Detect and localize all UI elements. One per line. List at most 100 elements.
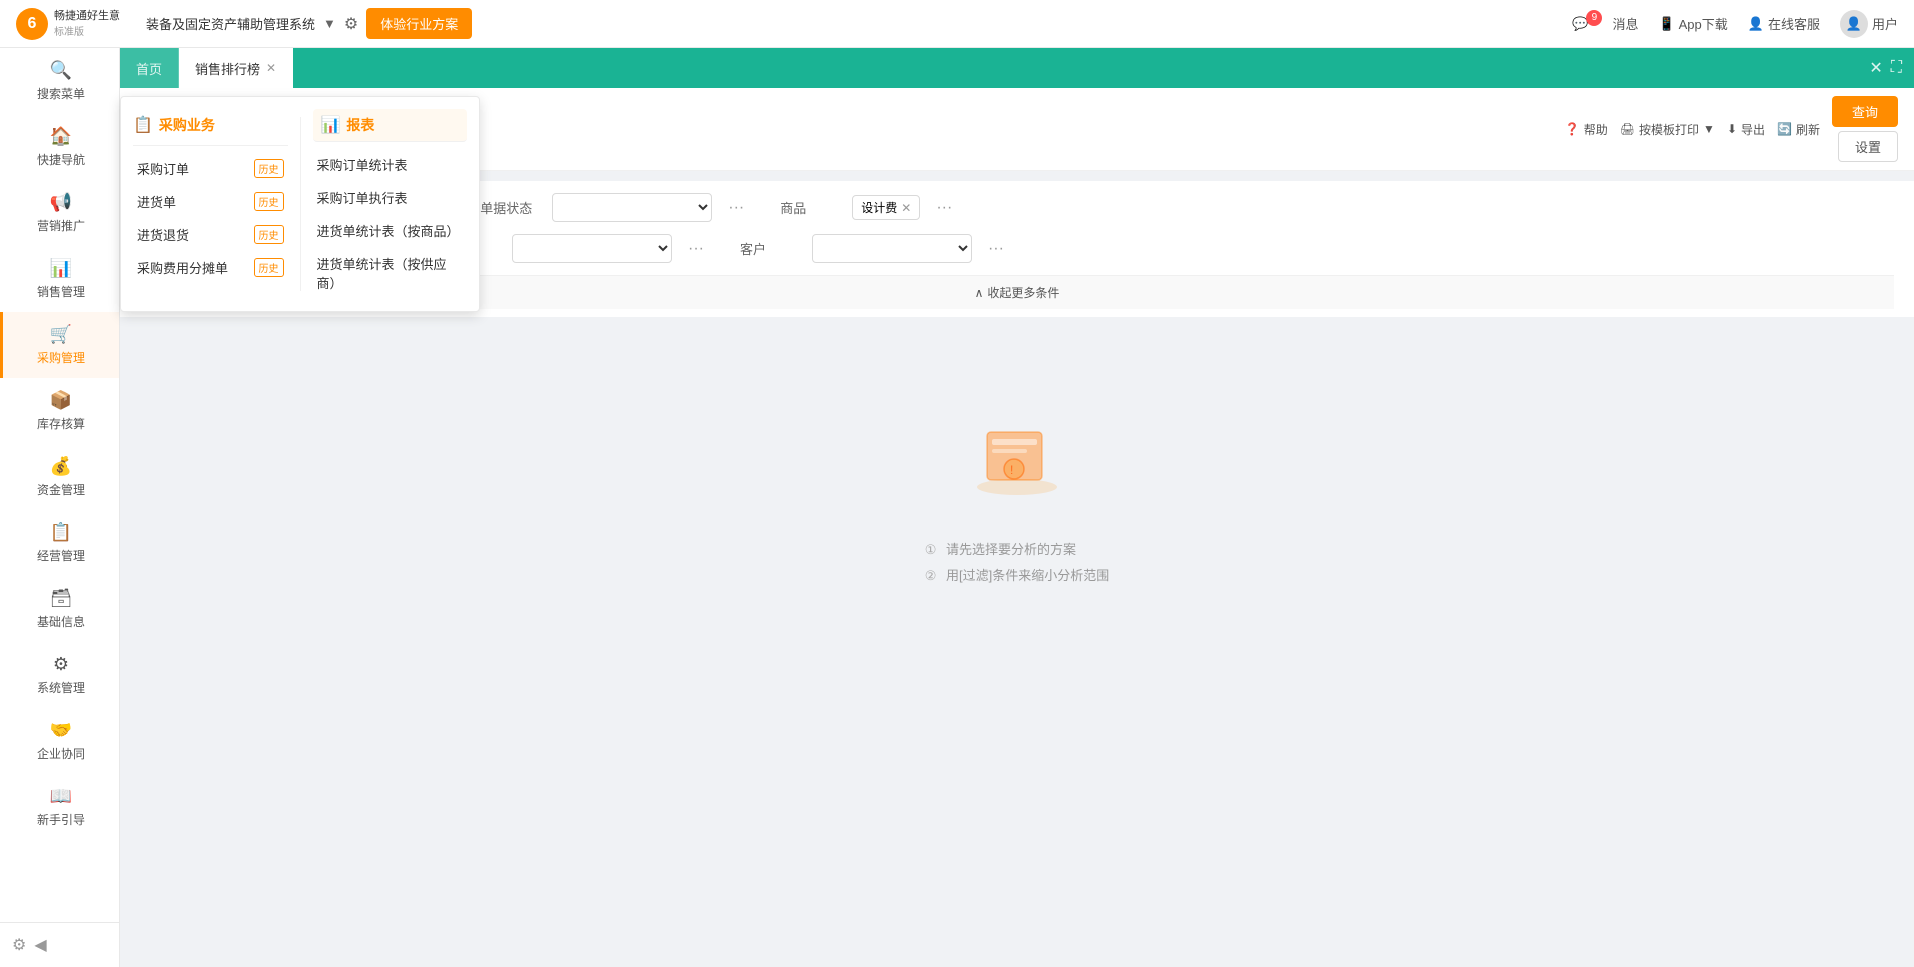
dropdown-item-goods-stat-goods[interactable]: 进货单统计表（按商品）: [313, 214, 468, 247]
search-icon: 🔍: [50, 60, 72, 81]
sidebar-item-quick-nav[interactable]: 🏠 快捷导航: [0, 114, 119, 180]
app-download-label: App下载: [1679, 14, 1728, 33]
report-col-icon: 📊: [321, 115, 341, 135]
tab-sales-rank[interactable]: 销售排行榜 ✕: [179, 48, 293, 88]
user-btn[interactable]: 👤 用户: [1840, 10, 1898, 38]
refresh-btn[interactable]: 🔄 刷新: [1777, 121, 1820, 138]
goods-tag-remove[interactable]: ✕: [901, 201, 911, 215]
sidebar-item-sales[interactable]: 📊 销售管理: [0, 246, 119, 312]
purchase-order-history[interactable]: 历史: [254, 159, 284, 178]
marketing-icon: 📢: [50, 192, 72, 213]
message-btn[interactable]: 💬 9 消息: [1572, 14, 1638, 33]
dropdown-col-purchase-title: 📋 采购业务: [133, 109, 288, 146]
query-button[interactable]: 查询: [1832, 96, 1898, 127]
collapse-label: 收起更多条件: [987, 284, 1059, 301]
tab-home[interactable]: 首页: [120, 48, 179, 88]
dropdown-item-purchase-order-exec[interactable]: 采购订单执行表: [313, 181, 468, 214]
purchase-icon: 🛒: [50, 324, 72, 345]
sidebar-item-basic[interactable]: 🗃 基础信息: [0, 576, 119, 642]
goods-ellipsis[interactable]: ···: [932, 199, 956, 217]
sidebar-item-purchase[interactable]: 🛒 采购管理: [0, 312, 119, 378]
bottom-settings-icon[interactable]: ⚙: [12, 935, 26, 955]
settings-icon[interactable]: ⚙: [344, 14, 358, 34]
customer-select-wrap: [812, 234, 972, 263]
basic-icon: 🗃: [50, 588, 73, 609]
help-btn[interactable]: ❓ 帮助: [1565, 121, 1608, 138]
sidebar-label-system: 系统管理: [37, 679, 85, 696]
export-icon: ⬇: [1727, 122, 1737, 136]
goods-stat-goods-label: 进货单统计表（按商品）: [317, 221, 460, 240]
tab-bar: 首页 销售排行榜 ✕ ✕ ⛶: [120, 48, 1914, 88]
goods-return-label: 进货退货: [137, 225, 189, 244]
dropdown-col-purchase: 📋 采购业务 采购订单 历史 进货单 历史 进货退货 历史 采购费用分摊单 历史: [121, 109, 300, 299]
goods-tag[interactable]: 设计费 ✕: [852, 195, 920, 220]
export-btn[interactable]: ⬇ 导出: [1727, 121, 1765, 138]
dropdown-cols: 📋 采购业务 采购订单 历史 进货单 历史 进货退货 历史 采购费用分摊单 历史: [121, 109, 479, 299]
online-service-btn[interactable]: 👤 在线客服: [1748, 14, 1820, 33]
purchase-col-icon: 📋: [133, 115, 153, 135]
export-label: 导出: [1741, 121, 1765, 138]
tab-close-icon[interactable]: ✕: [266, 61, 276, 75]
empty-state: ! ① 请先选择要分析的方案 ② 用[过滤]条件来缩小分析范围: [120, 317, 1914, 669]
salesperson-ellipsis[interactable]: ···: [684, 240, 708, 258]
system-icon: ⚙: [53, 654, 69, 675]
tab-actions: ✕ ⛶: [1857, 48, 1914, 88]
dropdown-item-goods-return[interactable]: 进货退货 历史: [133, 218, 288, 251]
app-download-btn[interactable]: 📱 App下载: [1658, 14, 1727, 33]
bill-status-ellipsis[interactable]: ···: [724, 199, 748, 217]
bottom-collapse-icon[interactable]: ◀: [34, 935, 46, 955]
sidebar-label-basic: 基础信息: [37, 613, 85, 630]
customer-select[interactable]: [812, 234, 972, 263]
tab-sales-rank-label: 销售排行榜: [195, 59, 260, 78]
system-title-area: 装备及固定资产辅助管理系统 ▼ ⚙ 体验行业方案: [136, 8, 1572, 39]
user-avatar-icon: 👤: [1840, 10, 1868, 38]
message-label: 消息: [1612, 14, 1638, 33]
goods-return-history[interactable]: 历史: [254, 225, 284, 244]
customer-label: 客户: [740, 239, 800, 258]
user-label: 用户: [1872, 14, 1898, 33]
dropdown-item-goods-stat-supplier[interactable]: 进货单统计表（按供应商）: [313, 247, 468, 299]
finance-icon: 💰: [50, 456, 72, 477]
window-expand-icon[interactable]: ⛶: [1891, 59, 1902, 77]
sidebar-item-marketing[interactable]: 📢 营销推广: [0, 180, 119, 246]
dropdown-col-report-title: 📊 报表: [313, 109, 468, 142]
print-dropdown-icon: ▼: [1703, 122, 1715, 136]
window-close-icon[interactable]: ✕: [1869, 58, 1882, 78]
help-label: 帮助: [1584, 121, 1608, 138]
dropdown-item-goods-receipt[interactable]: 进货单 历史: [133, 185, 288, 218]
sidebar-item-enterprise[interactable]: 🤝 企业协同: [0, 708, 119, 774]
sidebar-label-search: 搜索菜单: [37, 85, 85, 102]
empty-tips: ① 请先选择要分析的方案 ② 用[过滤]条件来缩小分析范围: [925, 537, 1110, 589]
sidebar-item-inventory[interactable]: 📦 库存核算: [0, 378, 119, 444]
print-label: 按模板打印: [1639, 121, 1699, 138]
sidebar-item-operations[interactable]: 📋 经营管理: [0, 510, 119, 576]
sidebar-bottom: ⚙ ◀: [0, 922, 119, 967]
dropdown-col-report: 📊 报表 采购订单统计表 采购订单执行表 进货单统计表（按商品） 进货单统计表（…: [301, 109, 480, 299]
svg-text:!: !: [1010, 463, 1013, 477]
dropdown-item-purchase-order[interactable]: 采购订单 历史: [133, 152, 288, 185]
top-header: 6 畅捷通好生意 标准版 装备及固定资产辅助管理系统 ▼ ⚙ 体验行业方案 💬 …: [0, 0, 1914, 48]
salesperson-select[interactable]: [512, 234, 672, 263]
empty-tip2: ② 用[过滤]条件来缩小分析范围: [925, 563, 1110, 589]
sidebar-item-search[interactable]: 🔍 搜索菜单: [0, 48, 119, 114]
bill-status-label: 单据状态: [480, 198, 540, 217]
sidebar-label-enterprise: 企业协同: [37, 745, 85, 762]
dropdown-item-purchase-order-stat[interactable]: 采购订单统计表: [313, 148, 468, 181]
system-dropdown-icon[interactable]: ▼: [323, 16, 336, 31]
customer-ellipsis[interactable]: ···: [984, 240, 1008, 258]
sidebar-item-guide[interactable]: 📖 新手引导: [0, 774, 119, 840]
empty-svg: !: [957, 397, 1077, 517]
logo-sub: 标准版: [54, 23, 120, 38]
sidebar-item-finance[interactable]: 💰 资金管理: [0, 444, 119, 510]
dropdown-item-purchase-expense[interactable]: 采购费用分摊单 历史: [133, 251, 288, 284]
set-button[interactable]: 设置: [1838, 131, 1898, 162]
industry-button[interactable]: 体验行业方案: [366, 8, 472, 39]
purchase-expense-history[interactable]: 历史: [254, 258, 284, 277]
goods-receipt-label: 进货单: [137, 192, 176, 211]
sidebar: 🔍 搜索菜单 🏠 快捷导航 📢 营销推广 📊 销售管理 🛒 采购管理 📦 库存核…: [0, 48, 120, 967]
sidebar-label-inventory: 库存核算: [37, 415, 85, 432]
sidebar-item-system[interactable]: ⚙ 系统管理: [0, 642, 119, 708]
bill-status-select[interactable]: [552, 193, 712, 222]
print-btn[interactable]: 🖨 按模板打印 ▼: [1620, 121, 1715, 138]
goods-receipt-history[interactable]: 历史: [254, 192, 284, 211]
